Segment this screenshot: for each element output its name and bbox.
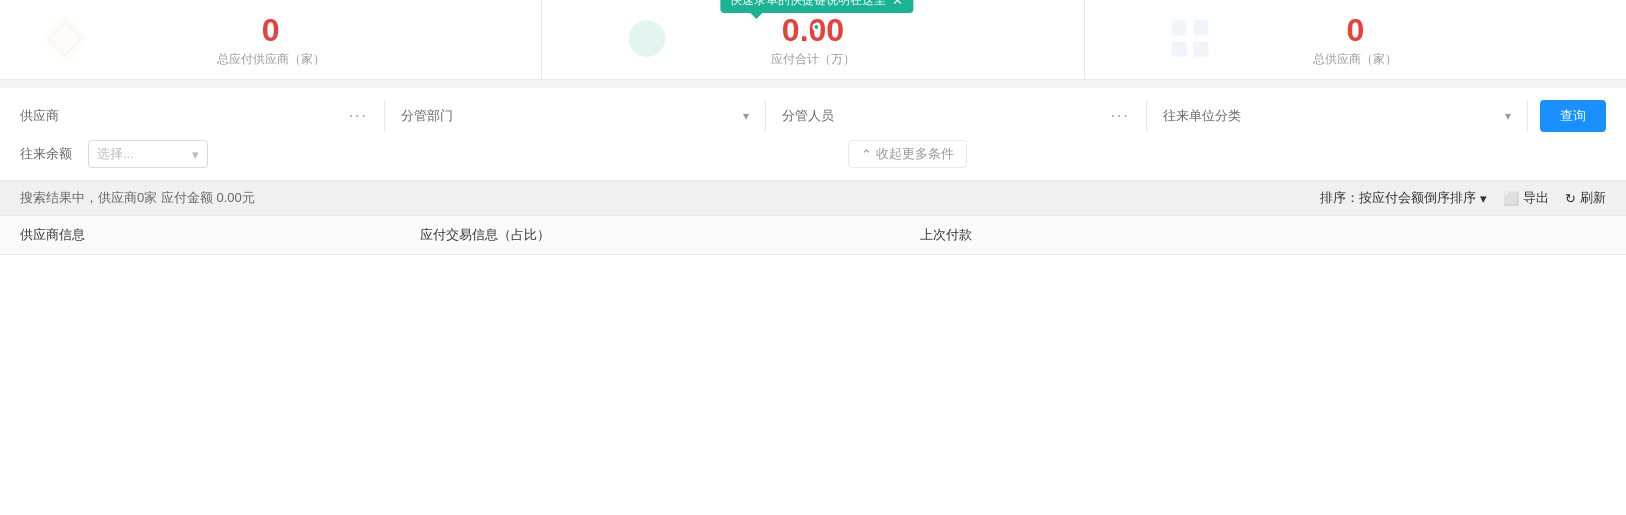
results-bar: 搜索结果中，供应商0家 应付金额 0.00元 排序：按应付会额倒序排序 ▾ ⬜ …	[0, 181, 1626, 216]
person-filter: 分管人员 ···	[766, 100, 1147, 132]
table-header: 供应商信息 应付交易信息（占比） 上次付款	[0, 216, 1626, 255]
department-arrow-icon[interactable]: ▾	[743, 109, 749, 123]
department-label: 分管部门	[401, 107, 453, 125]
export-button[interactable]: ⬜ 导出	[1503, 189, 1549, 207]
balance-select-arrow: ▾	[192, 147, 199, 162]
stats-bar: 0 总应付供应商（家） 米 快速录单的快捷键说明在这里 ✕ 0.00 应付合计（…	[0, 0, 1626, 80]
search-btn-wrapper: 查询	[1528, 100, 1606, 132]
piggy-icon: 米	[622, 13, 672, 66]
tooltip-bubble: 快速录单的快捷键说明在这里 ✕	[720, 0, 913, 13]
collapse-wrapper: ⌃ 收起更多条件	[208, 140, 1606, 168]
person-input[interactable]	[842, 109, 1111, 124]
grid-icon	[1165, 13, 1215, 66]
refresh-label: 刷新	[1580, 189, 1606, 207]
payable-total-number: 0.00	[782, 11, 844, 49]
supplier-more-icon[interactable]: ···	[349, 107, 368, 125]
unit-category-filter: 往来单位分类 ▾	[1147, 100, 1528, 132]
refresh-button[interactable]: ↻ 刷新	[1565, 189, 1606, 207]
filter-bar: 供应商 ··· 分管部门 ▾ 分管人员 ··· 往来单位分类 ▾	[0, 88, 1626, 181]
unit-category-input[interactable]	[1249, 109, 1505, 124]
results-summary: 搜索结果中，供应商0家 应付金额 0.00元	[20, 189, 255, 207]
collapse-button[interactable]: ⌃ 收起更多条件	[848, 140, 967, 168]
supplier-filter: 供应商 ···	[20, 100, 385, 132]
balance-placeholder: 选择...	[97, 145, 134, 163]
sort-arrow-icon: ▾	[1480, 191, 1487, 206]
refresh-icon: ↻	[1565, 191, 1576, 206]
svg-text:米: 米	[639, 30, 656, 49]
diamond-icon	[40, 13, 90, 66]
total-suppliers-number: 0	[1346, 11, 1364, 49]
unit-category-label: 往来单位分类	[1163, 107, 1241, 125]
tooltip-close-button[interactable]: ✕	[892, 0, 903, 7]
stat-total-suppliers: 0 总供应商（家）	[1085, 0, 1626, 79]
sort-label: 排序：按应付会额倒序排序	[1320, 189, 1476, 207]
svg-rect-5	[1193, 20, 1208, 35]
svg-rect-4	[1171, 20, 1186, 35]
unit-category-arrow-icon[interactable]: ▾	[1505, 109, 1511, 123]
filter-row-1: 供应商 ··· 分管部门 ▾ 分管人员 ··· 往来单位分类 ▾	[20, 100, 1606, 132]
export-icon: ⬜	[1503, 191, 1519, 206]
balance-label: 往来余额	[20, 145, 72, 163]
chevron-up-icon: ⌃	[861, 147, 872, 162]
balance-select[interactable]: 选择... ▾	[88, 140, 208, 168]
stat-total-payable-suppliers: 0 总应付供应商（家）	[0, 0, 542, 79]
collapse-label: 收起更多条件	[876, 145, 954, 163]
svg-rect-6	[1171, 41, 1186, 56]
person-label: 分管人员	[782, 107, 834, 125]
total-payable-suppliers-number: 0	[262, 11, 280, 49]
supplier-label: 供应商	[20, 107, 59, 125]
search-button[interactable]: 查询	[1540, 100, 1606, 132]
balance-filter: 往来余额 选择... ▾	[20, 140, 208, 168]
sort-dropdown[interactable]: 排序：按应付会额倒序排序 ▾	[1320, 189, 1487, 207]
tooltip-dot	[813, 23, 821, 31]
tooltip-text: 快速录单的快捷键说明在这里	[730, 0, 886, 9]
department-filter: 分管部门 ▾	[385, 100, 766, 132]
total-payable-suppliers-label: 总应付供应商（家）	[217, 51, 325, 68]
supplier-input[interactable]	[67, 109, 349, 124]
export-label: 导出	[1523, 189, 1549, 207]
payable-total-label: 应付合计（万）	[771, 51, 855, 68]
svg-rect-7	[1193, 41, 1208, 56]
stat-payable-total: 米 快速录单的快捷键说明在这里 ✕ 0.00 应付合计（万）	[542, 0, 1084, 79]
col-supplier-header: 供应商信息	[20, 226, 420, 244]
person-more-icon[interactable]: ···	[1111, 107, 1130, 125]
total-suppliers-label: 总供应商（家）	[1313, 51, 1397, 68]
col-trade-header: 应付交易信息（占比）	[420, 226, 920, 244]
table-body	[0, 255, 1626, 515]
results-actions: 排序：按应付会额倒序排序 ▾ ⬜ 导出 ↻ 刷新	[1320, 189, 1606, 207]
col-payment-header: 上次付款	[920, 226, 1606, 244]
filter-row-2: 往来余额 选择... ▾ ⌃ 收起更多条件	[20, 140, 1606, 168]
department-input[interactable]	[461, 109, 743, 124]
